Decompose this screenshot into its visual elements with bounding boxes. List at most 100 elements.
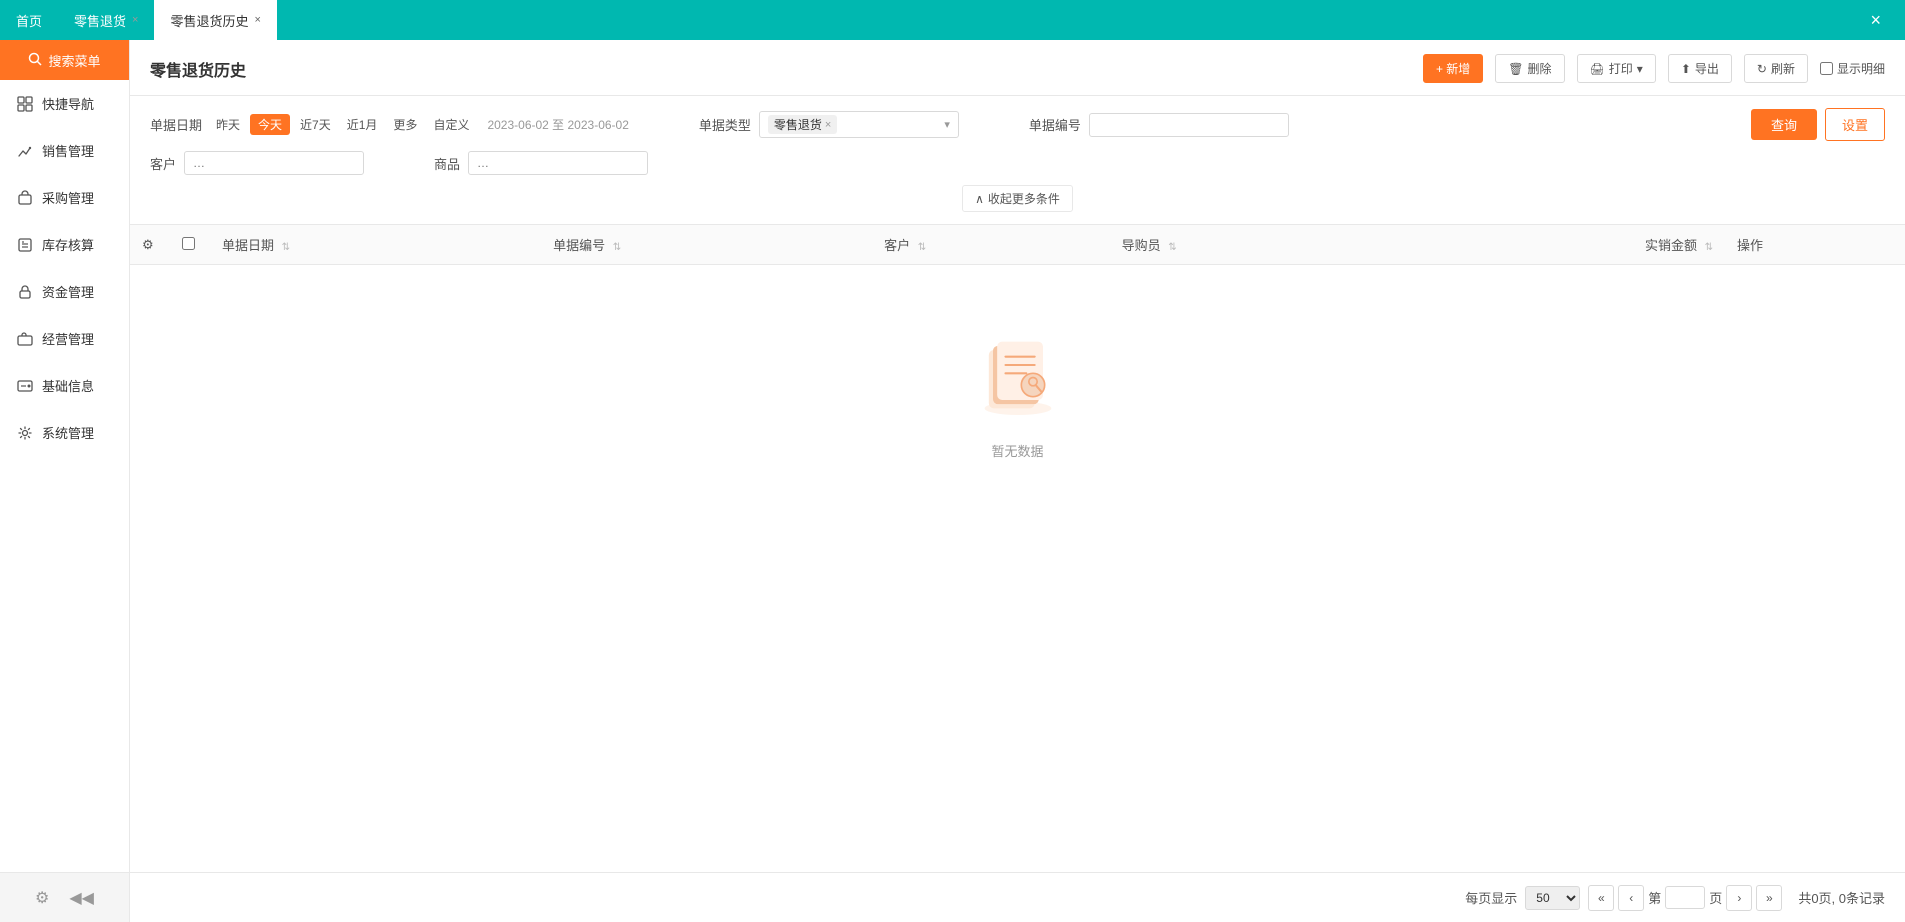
date-btn-more[interactable]: 更多	[387, 114, 423, 135]
settings-bottom-icon[interactable]: ⚙	[35, 888, 49, 908]
col-no: 单据编号 ⇅	[541, 225, 872, 265]
close-tab-retail-return[interactable]: ×	[132, 14, 138, 26]
tab-retail-return[interactable]: 零售退货 ×	[58, 0, 154, 40]
col-date: 单据日期 ⇅	[210, 225, 541, 265]
collapse-button[interactable]: ∧ 收起更多条件	[962, 185, 1073, 212]
date-btn-custom[interactable]: 自定义	[427, 114, 475, 135]
sidebar-item-finance-mgmt[interactable]: 资金管理	[0, 268, 129, 315]
page-size-select[interactable]: 50 100 200	[1525, 886, 1580, 910]
select-all-checkbox[interactable]	[182, 237, 195, 250]
lock-icon	[16, 283, 34, 301]
page-last-button[interactable]: »	[1756, 885, 1782, 911]
delete-button[interactable]: 🗑 删除	[1495, 54, 1564, 83]
page-number-input[interactable]: 1	[1665, 886, 1705, 909]
window-close-button[interactable]: ×	[1862, 10, 1889, 31]
voucher-type-arrow-icon: ▾	[944, 118, 950, 131]
calc-icon	[16, 236, 34, 254]
sidebar-item-purchase-mgmt[interactable]: 采购管理	[0, 174, 129, 221]
page-total: 共0页, 0条记录	[1798, 888, 1885, 907]
empty-text: 暂无数据	[991, 441, 1043, 460]
goods-input[interactable]	[468, 151, 648, 175]
show-detail-checkbox-label[interactable]: 显示明细	[1820, 60, 1885, 77]
print-button[interactable]: 🖨 打印 ▾	[1577, 54, 1656, 83]
show-detail-checkbox[interactable]	[1820, 62, 1833, 75]
tab-home[interactable]: 首页	[0, 0, 58, 40]
sidebar-item-quick-nav[interactable]: 快捷导航	[0, 80, 129, 127]
sort-date-icon[interactable]: ⇅	[282, 242, 290, 253]
voucher-type-tag-close[interactable]: ×	[825, 119, 831, 131]
empty-icon	[968, 325, 1068, 425]
delete-label: 删除	[1528, 60, 1552, 77]
collapse-up-icon: ∧	[975, 192, 984, 206]
date-range-display: 2023-06-02 至 2023-06-02	[487, 116, 628, 133]
sidebar-nav: 快捷导航 销售管理 采购管理 库存核算	[0, 80, 129, 872]
page-header: 零售退货历史 + 新增 🗑 删除 🖨 打印 ▾ ⬆ 导出	[130, 40, 1905, 96]
collapse-row: ∧ 收起更多条件	[150, 185, 1885, 212]
sidebar-item-basic-info[interactable]: 基础信息	[0, 362, 129, 409]
card-icon	[16, 377, 34, 395]
page-next-button[interactable]: ›	[1726, 885, 1752, 911]
data-table: ⚙ 单据日期 ⇅ 单据编号 ⇅	[130, 225, 1905, 265]
filter-row-1: 单据日期 昨天 今天 近7天 近1月 更多 自定义 2023-06-02 至 2…	[150, 108, 1885, 141]
add-button[interactable]: + 新增	[1423, 54, 1483, 83]
print-icon: 🖨	[1590, 62, 1605, 76]
col-amount: 实销金额 ⇅	[1394, 225, 1725, 265]
voucher-type-label: 单据类型	[699, 115, 751, 134]
sort-customer-icon[interactable]: ⇅	[918, 242, 926, 253]
query-button[interactable]: 查询	[1751, 109, 1817, 140]
sidebar-item-system-mgmt[interactable]: 系统管理	[0, 409, 129, 456]
sidebar-item-label: 采购管理	[42, 188, 94, 207]
content-area: 零售退货历史 + 新增 🗑 删除 🖨 打印 ▾ ⬆ 导出	[130, 40, 1905, 922]
tab-retail-return-history-label: 零售退货历史	[170, 11, 248, 30]
sidebar-item-sales-mgmt[interactable]: 销售管理	[0, 127, 129, 174]
date-btn-1month[interactable]: 近1月	[341, 114, 384, 135]
col-settings[interactable]: ⚙	[130, 225, 170, 265]
sidebar-bottom: ⚙ ◀◀	[0, 872, 129, 922]
pagination: 每页显示 50 100 200 « ‹ 第 1 页 › » 共0页, 0条记录	[130, 872, 1905, 922]
page-first-button[interactable]: «	[1588, 885, 1614, 911]
bag-icon	[16, 189, 34, 207]
date-btn-today[interactable]: 今天	[250, 114, 290, 135]
col-guide-label: 导购员	[1122, 238, 1161, 253]
print-arrow-icon: ▾	[1637, 62, 1643, 76]
col-amount-label: 实销金额	[1645, 238, 1697, 253]
col-checkbox[interactable]	[170, 225, 210, 265]
date-filter-label: 单据日期	[150, 115, 202, 134]
voucher-type-tag-text: 零售退货	[774, 116, 822, 133]
sort-amount-icon[interactable]: ⇅	[1705, 242, 1713, 253]
sidebar: 搜索菜单 快捷导航 销售管理 采购管理	[0, 40, 130, 922]
sidebar-item-inventory-calc[interactable]: 库存核算	[0, 221, 129, 268]
col-date-label: 单据日期	[222, 238, 274, 253]
sidebar-item-label: 基础信息	[42, 376, 94, 395]
filter-customer: 客户	[150, 151, 364, 175]
sort-guide-icon[interactable]: ⇅	[1168, 242, 1176, 253]
sidebar-item-label: 资金管理	[42, 282, 94, 301]
grid-icon	[16, 95, 34, 113]
sort-no-icon[interactable]: ⇅	[613, 242, 621, 253]
collapse-label: 收起更多条件	[988, 190, 1060, 207]
page-prev-button[interactable]: ‹	[1618, 885, 1644, 911]
refresh-button[interactable]: ↻ 刷新	[1744, 54, 1808, 83]
date-btn-7days[interactable]: 近7天	[294, 114, 337, 135]
filter-date: 单据日期 昨天 今天 近7天 近1月 更多 自定义 2023-06-02 至 2…	[150, 114, 629, 135]
col-customer: 客户 ⇅	[872, 225, 1110, 265]
close-tab-retail-return-history[interactable]: ×	[254, 14, 260, 26]
table-wrap: ⚙ 单据日期 ⇅ 单据编号 ⇅	[130, 225, 1905, 872]
sidebar-item-operation-mgmt[interactable]: 经营管理	[0, 315, 129, 362]
setting-button[interactable]: 设置	[1825, 108, 1885, 141]
voucher-no-input[interactable]	[1089, 113, 1289, 137]
sidebar-search-button[interactable]: 搜索菜单	[0, 40, 129, 80]
col-guide: 导购员 ⇅	[1110, 225, 1394, 265]
voucher-type-select[interactable]: 零售退货 × ▾	[759, 111, 959, 138]
refresh-label: 刷新	[1771, 60, 1795, 77]
tab-retail-return-label: 零售退货	[74, 11, 126, 30]
export-button[interactable]: ⬆ 导出	[1668, 54, 1732, 83]
tab-retail-return-history[interactable]: 零售退货历史 ×	[154, 0, 276, 40]
empty-state: 暂无数据	[130, 265, 1905, 520]
volume-bottom-icon[interactable]: ◀◀	[69, 888, 94, 908]
sidebar-item-label: 快捷导航	[42, 94, 94, 113]
date-btn-yesterday[interactable]: 昨天	[210, 114, 246, 135]
customer-input[interactable]	[184, 151, 364, 175]
table-settings-icon[interactable]: ⚙	[142, 237, 154, 252]
col-customer-label: 客户	[884, 238, 910, 253]
